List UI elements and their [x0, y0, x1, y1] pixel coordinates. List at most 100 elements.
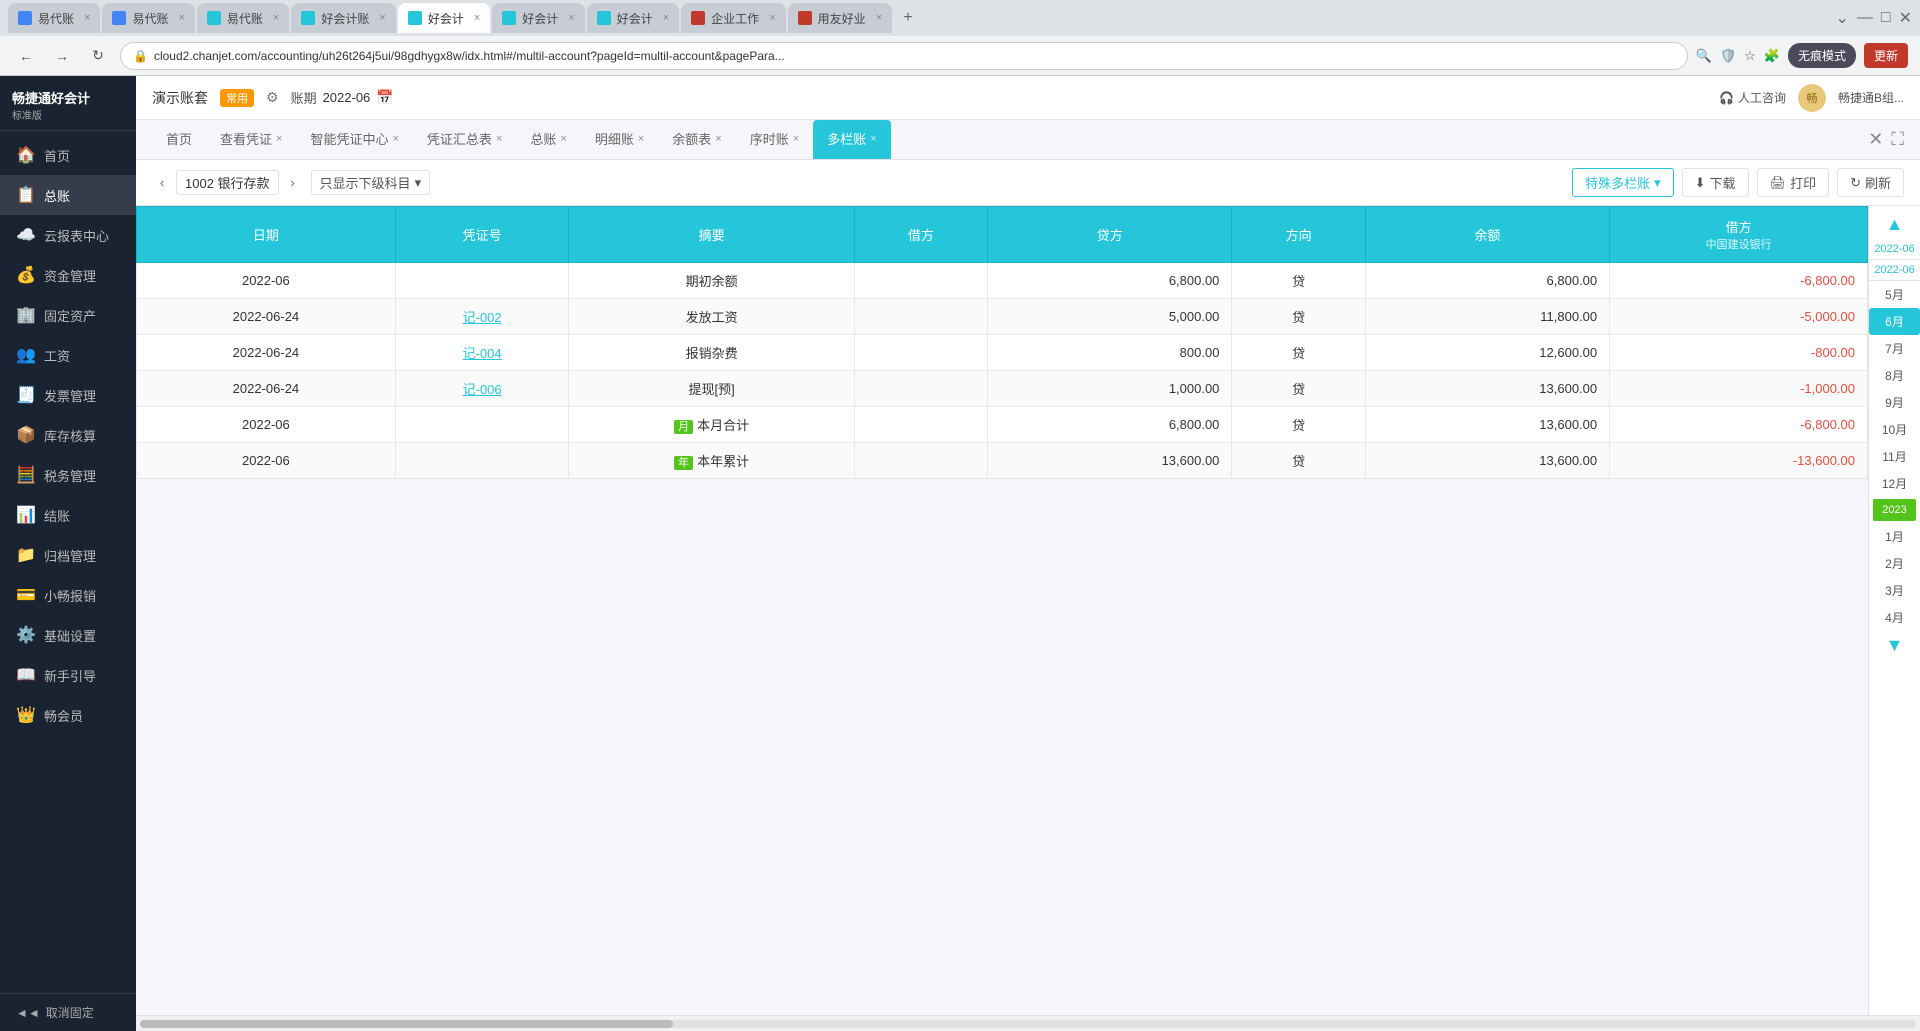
consultant-button[interactable]: 🎧 人工咨询: [1719, 89, 1786, 106]
sidebar-item-funds[interactable]: 💰 资金管理: [0, 255, 136, 295]
sidebar-item-tax[interactable]: 🧮 税务管理: [0, 455, 136, 495]
tab-list-icon[interactable]: ⌄: [1836, 8, 1849, 28]
rs-month-11[interactable]: 11月: [1869, 443, 1920, 470]
account-next-button[interactable]: ›: [283, 173, 303, 193]
sidebar-pin[interactable]: ◄◄ 取消固定: [0, 993, 136, 1031]
user-avatar[interactable]: 畅: [1798, 84, 1826, 112]
minimize-icon[interactable]: —: [1857, 9, 1873, 27]
star-icon[interactable]: ☆: [1744, 48, 1756, 64]
tab-haokuaiji-3[interactable]: 好会计 ×: [492, 3, 584, 33]
sidebar-item-archive[interactable]: 📁 归档管理: [0, 535, 136, 575]
tab-view-voucher[interactable]: 查看凭证 ×: [206, 120, 296, 160]
tab-yidaizhang-1[interactable]: 易代账 ×: [8, 3, 100, 33]
rs-month-5[interactable]: 5月: [1869, 281, 1920, 308]
tab-close-8[interactable]: ×: [769, 12, 775, 24]
tab-balance-close[interactable]: ×: [715, 133, 721, 145]
sidebar-item-inventory[interactable]: 📦 库存核算: [0, 415, 136, 455]
tab-home[interactable]: 首页: [152, 120, 206, 160]
tab-close-2[interactable]: ×: [178, 12, 184, 24]
rs-month-2-2023[interactable]: 2月: [1869, 550, 1920, 577]
tab-haokuaiji-1[interactable]: 好会计账 ×: [291, 3, 395, 33]
tab-voucher-summary-close[interactable]: ×: [496, 133, 502, 145]
sidebar-item-invoice[interactable]: 🧾 发票管理: [0, 375, 136, 415]
sidebar-item-assets[interactable]: 🏢 固定资产: [0, 295, 136, 335]
expand-panel-icon[interactable]: ⛶: [1891, 129, 1904, 150]
tab-smart-voucher-close[interactable]: ×: [392, 133, 398, 145]
sidebar-item-ledger[interactable]: 📋 总账: [0, 175, 136, 215]
tab-smart-voucher[interactable]: 智能凭证中心 ×: [296, 120, 412, 160]
rs-month-12[interactable]: 12月: [1869, 470, 1920, 497]
tab-close-9[interactable]: ×: [876, 12, 882, 24]
new-tab-button[interactable]: +: [894, 4, 922, 32]
extension-icon[interactable]: 🧩: [1764, 48, 1780, 64]
sidebar-item-salary[interactable]: 👥 工资: [0, 335, 136, 375]
rs-month-10[interactable]: 10月: [1869, 416, 1920, 443]
tab-close-1[interactable]: ×: [84, 12, 90, 24]
tab-sequence-close[interactable]: ×: [793, 133, 799, 145]
url-bar[interactable]: 🔒 cloud2.chanjet.com/accounting/uh26t264…: [120, 42, 1688, 70]
refresh-button[interactable]: ↻ 刷新: [1837, 168, 1904, 197]
tab-multi-col[interactable]: 多栏账 ×: [813, 120, 890, 160]
rs-month-8[interactable]: 8月: [1869, 362, 1920, 389]
cell-voucher[interactable]: 记-006: [395, 371, 569, 407]
forward-button[interactable]: →: [48, 42, 76, 70]
tab-sequence[interactable]: 序时账 ×: [736, 120, 813, 160]
account-prev-button[interactable]: ‹: [152, 173, 172, 193]
tab-general-ledger[interactable]: 总账 ×: [516, 120, 580, 160]
rs-arrow-up[interactable]: ▲: [1882, 210, 1908, 239]
salary-icon: 👥: [16, 345, 36, 365]
close-window-icon[interactable]: ✕: [1899, 8, 1912, 28]
tab-balance[interactable]: 余额表 ×: [658, 120, 735, 160]
sidebar-item-cloud[interactable]: ☁️ 云报表中心: [0, 215, 136, 255]
rs-month-9[interactable]: 9月: [1869, 389, 1920, 416]
settings-gear-icon[interactable]: ⚙: [266, 89, 279, 106]
cell-voucher[interactable]: 记-002: [395, 299, 569, 335]
tab-haokuaiji-4[interactable]: 好会计 ×: [587, 3, 679, 33]
sidebar-item-close[interactable]: 📊 结账: [0, 495, 136, 535]
member-icon: 👑: [16, 705, 36, 725]
bottom-scrollbar[interactable]: [136, 1015, 1920, 1031]
scrollbar-thumb[interactable]: [140, 1020, 673, 1028]
tab-close-7[interactable]: ×: [663, 12, 669, 24]
rs-month-6[interactable]: 6月: [1869, 308, 1920, 335]
reload-button[interactable]: ↻: [84, 42, 112, 70]
print-button[interactable]: 🖨 打印: [1757, 168, 1830, 197]
multi-col-button[interactable]: 特殊多栏账 ▾: [1572, 168, 1674, 197]
tab-enterprise[interactable]: 企业工作 ×: [681, 3, 785, 33]
rs-arrow-down[interactable]: ▼: [1882, 631, 1908, 660]
shield-icon[interactable]: 🛡️: [1720, 48, 1736, 64]
sub-account-filter[interactable]: 只显示下级科目 ▾: [311, 170, 431, 195]
tab-close-6[interactable]: ×: [568, 12, 574, 24]
tab-yidaizhang-2[interactable]: 易代账 ×: [102, 3, 194, 33]
rs-month-4-2023[interactable]: 4月: [1869, 604, 1920, 631]
rs-month-3-2023[interactable]: 3月: [1869, 577, 1920, 604]
tab-haokuaiji-2[interactable]: 好会计 ×: [398, 3, 490, 33]
tab-detail-ledger[interactable]: 明细账 ×: [581, 120, 658, 160]
sidebar-item-guide[interactable]: 📖 新手引导: [0, 655, 136, 695]
stealth-button[interactable]: 无痕模式: [1788, 43, 1856, 68]
cell-voucher[interactable]: 记-004: [395, 335, 569, 371]
tab-close-3[interactable]: ×: [273, 12, 279, 24]
calendar-icon[interactable]: 📅: [376, 89, 393, 106]
rs-month-7[interactable]: 7月: [1869, 335, 1920, 362]
tab-multi-col-close[interactable]: ×: [870, 133, 876, 145]
update-button[interactable]: 更新: [1864, 43, 1908, 68]
tab-voucher-summary[interactable]: 凭证汇总表 ×: [413, 120, 516, 160]
rs-month-1-2023[interactable]: 1月: [1869, 523, 1920, 550]
tab-general-ledger-close[interactable]: ×: [560, 133, 566, 145]
back-button[interactable]: ←: [12, 42, 40, 70]
tab-close-5[interactable]: ×: [474, 12, 480, 24]
sidebar-item-expense[interactable]: 💳 小畅报销: [0, 575, 136, 615]
download-button[interactable]: ⬇ 下载: [1682, 168, 1749, 197]
tab-close-4[interactable]: ×: [379, 12, 385, 24]
tab-yonyou[interactable]: 用友好业 ×: [788, 3, 892, 33]
collapse-panel-icon[interactable]: ✕: [1868, 129, 1883, 150]
tab-view-voucher-close[interactable]: ×: [276, 133, 282, 145]
sidebar-item-settings[interactable]: ⚙️ 基础设置: [0, 615, 136, 655]
tab-yidaizhang-3[interactable]: 易代账 ×: [197, 3, 289, 33]
maximize-icon[interactable]: □: [1881, 9, 1891, 27]
sidebar-item-member[interactable]: 👑 畅会员: [0, 695, 136, 735]
tab-detail-ledger-close[interactable]: ×: [638, 133, 644, 145]
search-icon[interactable]: 🔍: [1696, 48, 1712, 64]
sidebar-item-home[interactable]: 🏠 首页: [0, 135, 136, 175]
